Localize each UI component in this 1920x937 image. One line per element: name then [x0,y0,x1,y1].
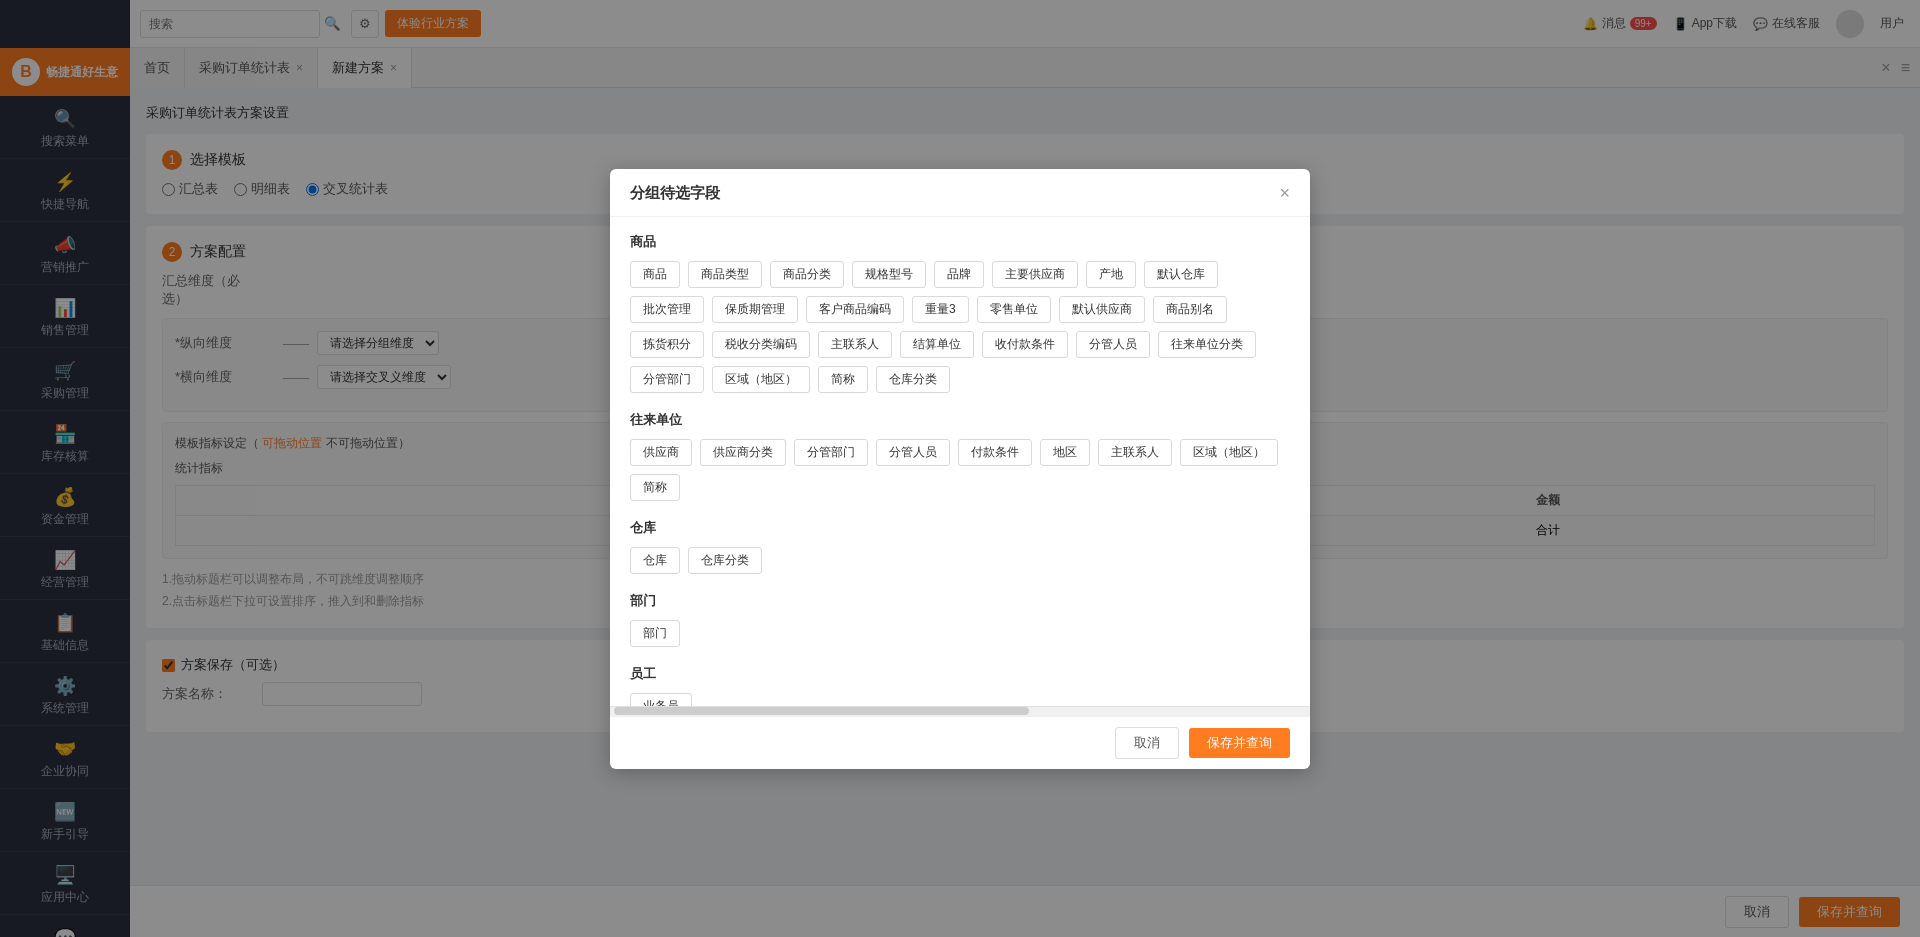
tag-contact-1[interactable]: 供应商分类 [700,439,786,466]
tag-goods-13[interactable]: 默认供应商 [1059,296,1145,323]
tag-goods-17[interactable]: 主联系人 [818,331,892,358]
modal-save-button[interactable]: 保存并查询 [1189,728,1290,758]
section-contacts: 往来单位 供应商 供应商分类 分管部门 分管人员 付款条件 地区 主联系人 区域… [630,411,1290,501]
modal: 分组待选字段 × 商品 商品 商品类型 商品分类 规格型号 品牌 主要供应商 产… [610,169,1310,769]
tag-goods-7[interactable]: 默认仓库 [1144,261,1218,288]
tag-contact-6[interactable]: 主联系人 [1098,439,1172,466]
section-dept-title: 部门 [630,592,1290,610]
tag-warehouse-0[interactable]: 仓库 [630,547,680,574]
tag-goods-19[interactable]: 收付款条件 [982,331,1068,358]
section-employee: 员工 业务员 [630,665,1290,707]
tag-goods-16[interactable]: 税收分类编码 [712,331,810,358]
modal-body[interactable]: 商品 商品 商品类型 商品分类 规格型号 品牌 主要供应商 产地 默认仓库 批次… [610,217,1310,707]
tag-contact-4[interactable]: 付款条件 [958,439,1032,466]
tag-dept-0[interactable]: 部门 [630,620,680,647]
tag-goods-6[interactable]: 产地 [1086,261,1136,288]
tag-warehouse-1[interactable]: 仓库分类 [688,547,762,574]
section-goods: 商品 商品 商品类型 商品分类 规格型号 品牌 主要供应商 产地 默认仓库 批次… [630,233,1290,393]
tag-contact-3[interactable]: 分管人员 [876,439,950,466]
modal-title: 分组待选字段 [630,184,720,203]
tag-goods-14[interactable]: 商品别名 [1153,296,1227,323]
section-goods-title: 商品 [630,233,1290,251]
tag-goods-8[interactable]: 批次管理 [630,296,704,323]
tag-goods-1[interactable]: 商品类型 [688,261,762,288]
section-dept: 部门 部门 [630,592,1290,647]
section-employee-title: 员工 [630,665,1290,683]
modal-footer: 取消 保存并查询 [610,716,1310,769]
tag-goods-21[interactable]: 往来单位分类 [1158,331,1256,358]
tag-contact-8[interactable]: 简称 [630,474,680,501]
modal-close-button[interactable]: × [1279,183,1290,204]
tag-goods-20[interactable]: 分管人员 [1076,331,1150,358]
section-warehouse: 仓库 仓库 仓库分类 [630,519,1290,574]
tag-goods-0[interactable]: 商品 [630,261,680,288]
tag-employee-0[interactable]: 业务员 [630,693,692,707]
tag-contact-7[interactable]: 区域（地区） [1180,439,1278,466]
modal-hscroll[interactable] [610,706,1310,715]
tag-goods-22[interactable]: 分管部门 [630,366,704,393]
tag-goods-3[interactable]: 规格型号 [852,261,926,288]
section-employee-tags: 业务员 [630,693,1290,707]
section-contacts-tags: 供应商 供应商分类 分管部门 分管人员 付款条件 地区 主联系人 区域（地区） … [630,439,1290,501]
modal-cancel-button[interactable]: 取消 [1115,727,1179,759]
modal-hscroll-thumb [614,707,1029,715]
tag-goods-24[interactable]: 简称 [818,366,868,393]
tag-goods-2[interactable]: 商品分类 [770,261,844,288]
section-warehouse-title: 仓库 [630,519,1290,537]
section-contacts-title: 往来单位 [630,411,1290,429]
modal-overlay: 分组待选字段 × 商品 商品 商品类型 商品分类 规格型号 品牌 主要供应商 产… [0,0,1920,937]
tag-goods-9[interactable]: 保质期管理 [712,296,798,323]
modal-header: 分组待选字段 × [610,169,1310,217]
tag-goods-12[interactable]: 零售单位 [977,296,1051,323]
tag-goods-4[interactable]: 品牌 [934,261,984,288]
tag-contact-0[interactable]: 供应商 [630,439,692,466]
tag-goods-25[interactable]: 仓库分类 [876,366,950,393]
section-goods-tags: 商品 商品类型 商品分类 规格型号 品牌 主要供应商 产地 默认仓库 批次管理 … [630,261,1290,393]
section-dept-tags: 部门 [630,620,1290,647]
tag-goods-23[interactable]: 区域（地区） [712,366,810,393]
tag-contact-5[interactable]: 地区 [1040,439,1090,466]
tag-goods-10[interactable]: 客户商品编码 [806,296,904,323]
section-warehouse-tags: 仓库 仓库分类 [630,547,1290,574]
tag-contact-2[interactable]: 分管部门 [794,439,868,466]
tag-goods-15[interactable]: 拣货积分 [630,331,704,358]
tag-goods-11[interactable]: 重量3 [912,296,969,323]
tag-goods-18[interactable]: 结算单位 [900,331,974,358]
tag-goods-5[interactable]: 主要供应商 [992,261,1078,288]
